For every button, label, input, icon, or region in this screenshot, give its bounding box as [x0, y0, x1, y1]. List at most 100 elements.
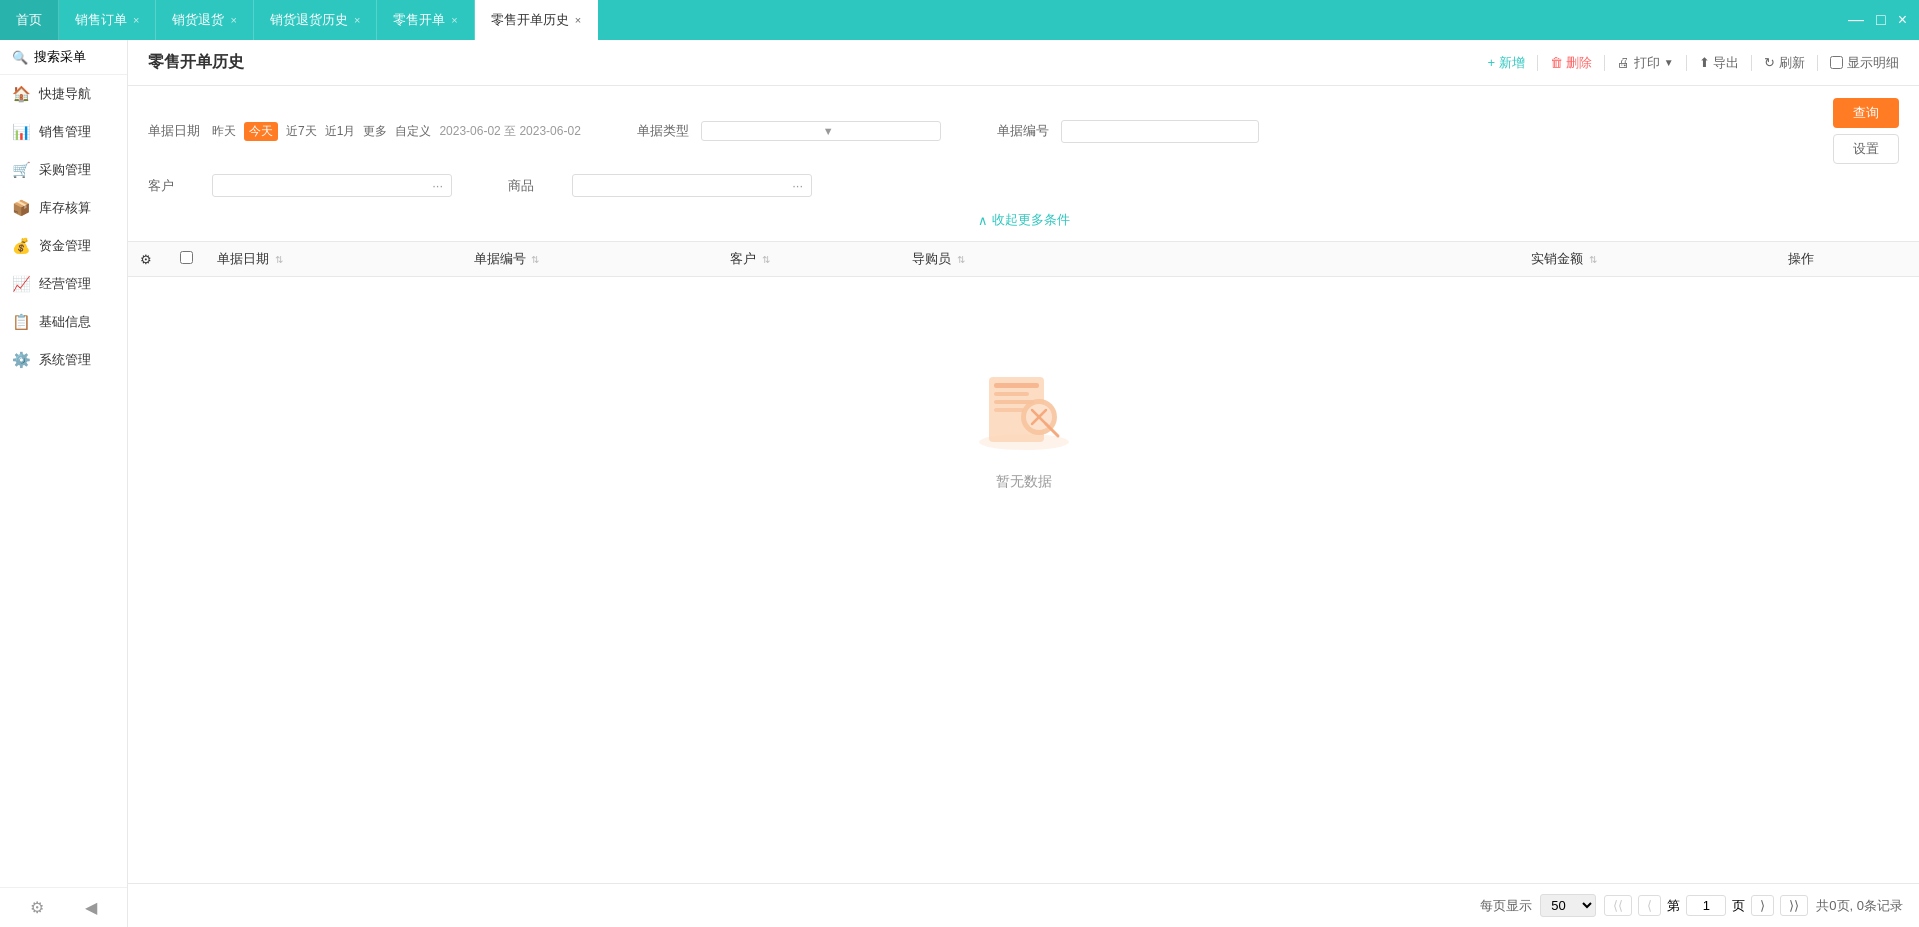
pagination-bar: 每页显示 50 100 200 ⟨⟨ ⟨ 第 页 ⟩ ⟩⟩ 共0页, 0条记录: [128, 883, 1919, 927]
sidebar-collapse-icon[interactable]: ◀: [85, 898, 97, 917]
th-date-sort-icon: ⇅: [275, 254, 283, 265]
th-no[interactable]: 单据编号 ⇅: [462, 242, 719, 277]
filter-setting-button[interactable]: 设置: [1833, 134, 1899, 164]
empty-illustration: [964, 357, 1084, 457]
tab-sales-return[interactable]: 销货退货 ×: [156, 0, 253, 40]
tab-retail-open[interactable]: 零售开单 ×: [377, 0, 474, 40]
th-salesperson-sort-icon: ⇅: [957, 254, 965, 265]
product-filter: 商品 ···: [508, 174, 812, 197]
sidebar: 🔍 搜索采单 🏠 快捷导航 📊 销售管理 🛒 采购管理 📦 库存核算 💰 资金管…: [0, 40, 128, 927]
separator-2: [1604, 55, 1605, 71]
tab-sales-return-close[interactable]: ×: [230, 14, 236, 26]
sidebar-item-purchase-mgmt[interactable]: 🛒 采购管理: [0, 151, 127, 189]
query-button[interactable]: 查询: [1833, 98, 1899, 128]
sidebar-item-system[interactable]: ⚙️ 系统管理: [0, 341, 127, 379]
th-customer-sort-icon: ⇅: [762, 254, 770, 265]
delete-button[interactable]: 🗑 删除: [1550, 54, 1593, 72]
sidebar-item-sales-mgmt[interactable]: 📊 销售管理: [0, 113, 127, 151]
th-salesperson-label: 导购员: [912, 251, 951, 266]
tab-retail-open-history-close[interactable]: ×: [575, 14, 581, 26]
svg-rect-5: [994, 408, 1024, 412]
page-first-button[interactable]: ⟨⟨: [1604, 895, 1632, 916]
page-next-button[interactable]: ⟩: [1751, 895, 1774, 916]
th-amount-label: 实销金额: [1531, 251, 1583, 266]
page-number-input[interactable]: [1686, 895, 1726, 916]
product-ellipsis-icon[interactable]: ···: [792, 178, 803, 193]
table-container: ⚙ 单据日期 ⇅ 单据编号 ⇅: [128, 242, 1919, 883]
customer-input[interactable]: [221, 178, 432, 193]
tab-sales-order-close[interactable]: ×: [133, 14, 139, 26]
th-salesperson[interactable]: 导购员 ⇅: [900, 242, 1119, 277]
sales-icon: 📊: [12, 123, 31, 141]
svg-rect-2: [994, 383, 1039, 388]
sidebar-item-quick-nav[interactable]: 🏠 快捷导航: [0, 75, 127, 113]
th-no-label: 单据编号: [474, 251, 526, 266]
th-date[interactable]: 单据日期 ⇅: [205, 242, 462, 277]
sidebar-item-inventory[interactable]: 📦 库存核算: [0, 189, 127, 227]
date-yesterday[interactable]: 昨天: [212, 123, 236, 140]
customer-filter: 客户 ···: [148, 174, 452, 197]
sidebar-item-finance[interactable]: 💰 资金管理: [0, 227, 127, 265]
date-7days[interactable]: 近7天: [286, 123, 317, 140]
header-actions: + 新增 🗑 删除 🖨 打印 ▼ ⬆ 导出 ↻ 刷新: [1487, 54, 1899, 72]
date-today[interactable]: 今天: [244, 122, 278, 141]
refresh-button[interactable]: ↻ 刷新: [1764, 54, 1805, 72]
page-size-select[interactable]: 50 100 200: [1540, 894, 1596, 917]
doc-no-input[interactable]: [1070, 124, 1250, 139]
th-amount[interactable]: 实销金额 ⇅: [1519, 242, 1776, 277]
date-1month[interactable]: 近1月: [325, 123, 356, 140]
th-customer[interactable]: 客户 ⇅: [718, 242, 900, 277]
page-header: 零售开单历史 + 新增 🗑 删除 🖨 打印 ▼ ⬆ 导出: [128, 40, 1919, 86]
sidebar-search[interactable]: 🔍 搜索采单: [0, 40, 127, 75]
th-no-sort-icon: ⇅: [531, 254, 539, 265]
date-custom[interactable]: 自定义: [395, 123, 431, 140]
doc-type-select[interactable]: ▼: [701, 121, 941, 141]
doc-no-input-wrap: [1061, 120, 1259, 143]
tab-retail-open-close[interactable]: ×: [451, 14, 457, 26]
doc-type-arrow-icon: ▼: [823, 125, 932, 137]
date-options: 昨天 今天 近7天 近1月 更多 自定义: [212, 122, 431, 141]
total-info: 共0页, 0条记录: [1816, 897, 1903, 915]
export-button[interactable]: ⬆ 导出: [1699, 54, 1740, 72]
doc-type-label: 单据类型: [637, 122, 693, 140]
customer-input-wrap: ···: [212, 174, 452, 197]
select-all-checkbox[interactable]: [180, 251, 193, 264]
sidebar-item-base-info[interactable]: 📋 基础信息: [0, 303, 127, 341]
filter-row-1: 单据日期 昨天 今天 近7天 近1月 更多 自定义 2023-06-02 至 2…: [148, 98, 1899, 164]
window-minimize-icon[interactable]: —: [1848, 11, 1864, 29]
tab-home[interactable]: 首页: [0, 0, 59, 40]
add-button[interactable]: + 新增: [1487, 54, 1524, 72]
th-spacer: [1119, 242, 1519, 277]
customer-label: 客户: [148, 177, 204, 195]
purchase-icon: 🛒: [12, 161, 31, 179]
collapse-filter-button[interactable]: ∧ 收起更多条件: [148, 207, 1899, 229]
sidebar-item-business[interactable]: 📈 经营管理: [0, 265, 127, 303]
print-button[interactable]: 🖨 打印 ▼: [1617, 54, 1674, 72]
th-amount-sort-icon: ⇅: [1589, 254, 1597, 265]
product-input[interactable]: [581, 178, 792, 193]
tab-retail-open-history[interactable]: 零售开单历史 ×: [475, 0, 598, 40]
customer-ellipsis-icon[interactable]: ···: [432, 178, 443, 193]
date-more[interactable]: 更多: [363, 123, 387, 140]
tab-sales-return-history[interactable]: 销货退货历史 ×: [254, 0, 377, 40]
sidebar-bottom: ⚙ ◀: [0, 887, 127, 927]
system-icon: ⚙️: [12, 351, 31, 369]
display-detail-checkbox[interactable]: [1830, 56, 1843, 69]
tab-sales-order[interactable]: 销售订单 ×: [59, 0, 156, 40]
table-header-row: ⚙ 单据日期 ⇅ 单据编号 ⇅: [128, 242, 1919, 277]
query-actions: 查询 设置: [1833, 98, 1899, 164]
page-last-button[interactable]: ⟩⟩: [1780, 895, 1808, 916]
page-prev-button[interactable]: ⟨: [1638, 895, 1661, 916]
table-settings-icon[interactable]: ⚙: [140, 252, 152, 267]
display-detail-toggle[interactable]: 显示明细: [1830, 54, 1899, 72]
finance-icon: 💰: [12, 237, 31, 255]
page-nav: ⟨⟨ ⟨ 第 页 ⟩ ⟩⟩: [1604, 895, 1808, 916]
date-range-display: 2023-06-02 至 2023-06-02: [439, 123, 580, 140]
tab-sales-return-history-close[interactable]: ×: [354, 14, 360, 26]
th-action: 操作: [1776, 242, 1919, 277]
business-icon: 📈: [12, 275, 31, 293]
search-icon: 🔍: [12, 50, 28, 65]
sidebar-settings-icon[interactable]: ⚙: [30, 898, 44, 917]
window-maximize-icon[interactable]: □: [1876, 11, 1886, 29]
window-close-icon[interactable]: ×: [1898, 11, 1907, 29]
